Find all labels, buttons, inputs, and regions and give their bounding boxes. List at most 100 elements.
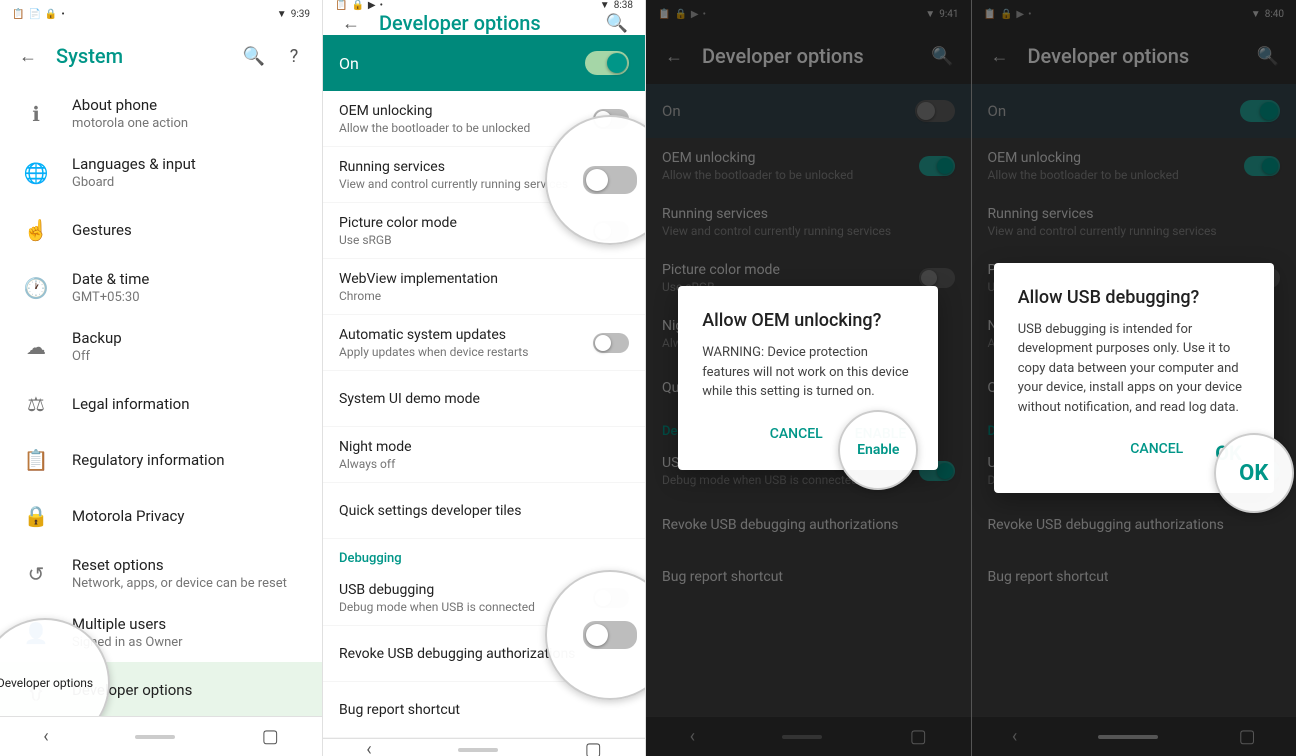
legal-title: Legal information bbox=[72, 395, 306, 413]
sidebar-item-reset[interactable]: ↺ Reset options Network, apps, or device… bbox=[0, 544, 322, 603]
night-mode-item[interactable]: Night mode Always off bbox=[323, 427, 645, 483]
night-mode-title: Night mode bbox=[339, 439, 629, 455]
appbar-title-middle: Developer options bbox=[379, 11, 589, 35]
info-icon: ℹ bbox=[16, 102, 56, 126]
developer-on-toggle[interactable] bbox=[585, 51, 629, 75]
status-icons-middle: 📋🔒▶• bbox=[335, 0, 383, 11]
appbar-middle: ← Developer options 🔍 bbox=[323, 11, 645, 35]
auto-updates-item[interactable]: Automatic system updates Apply updates w… bbox=[323, 315, 645, 371]
gestures-title: Gestures bbox=[72, 221, 306, 239]
auto-updates-subtitle: Apply updates when device restarts bbox=[339, 345, 593, 359]
picture-color-subtitle: Use sRGB bbox=[339, 233, 593, 247]
reset-subtitle: Network, apps, or device can be reset bbox=[72, 576, 306, 591]
appbar-left: ← System 🔍 ? bbox=[0, 28, 322, 84]
usb-toggle-large-thumb bbox=[586, 624, 608, 646]
sidebar-item-date-time[interactable]: 🕐 Date & time GMT+05:30 bbox=[0, 258, 322, 317]
webview-title: WebView implementation bbox=[339, 271, 629, 287]
cloud-icon: ☁ bbox=[16, 335, 56, 359]
sidebar-item-backup[interactable]: ☁ Backup Off bbox=[0, 317, 322, 376]
bug-report-title: Bug report shortcut bbox=[339, 702, 629, 718]
status-bar-middle: 📋🔒▶• ▼ 8:38 bbox=[323, 0, 645, 11]
usb-dialog: Allow USB debugging? USB debugging is in… bbox=[994, 263, 1274, 494]
regulatory-title: Regulatory information bbox=[72, 451, 306, 469]
developer-on-label: On bbox=[339, 54, 585, 73]
nav-bar-left: ‹ ▢ bbox=[0, 716, 322, 756]
usb-dialog-overlay: Allow USB debugging? USB debugging is in… bbox=[972, 0, 1296, 756]
sidebar-item-about-phone[interactable]: ℹ About phone motorola one action bbox=[0, 84, 322, 143]
quick-settings-item[interactable]: Quick settings developer tiles bbox=[323, 483, 645, 539]
back-icon-left[interactable]: ← bbox=[16, 44, 40, 68]
night-mode-subtitle: Always off bbox=[339, 457, 629, 471]
about-phone-title: About phone bbox=[72, 96, 306, 114]
usb-toggle-large[interactable] bbox=[583, 621, 637, 649]
nav-bar-middle: ‹ ▢ bbox=[323, 738, 645, 756]
backup-subtitle: Off bbox=[72, 349, 306, 364]
system-settings-panel: 📋📄🔒• ▼ 9:39 ← System 🔍 ? ℹ About phone m… bbox=[0, 0, 323, 756]
status-bar-left: 📋📄🔒• ▼ 9:39 bbox=[0, 0, 322, 28]
back-nav-middle[interactable]: ‹ bbox=[366, 739, 371, 756]
sidebar-item-gestures[interactable]: ☝ Gestures bbox=[0, 202, 322, 258]
debugging-section-header: Debugging bbox=[323, 539, 645, 570]
usb-debugging-title: USB debugging bbox=[339, 582, 593, 598]
languages-subtitle: Gboard bbox=[72, 175, 306, 190]
sidebar-item-languages[interactable]: 🌐 Languages & input Gboard bbox=[0, 143, 322, 202]
oem-toggle-large[interactable] bbox=[583, 166, 637, 194]
privacy-icon: 🔒 bbox=[16, 504, 56, 528]
ok-magnify-circle: OK bbox=[1214, 433, 1294, 513]
sidebar-item-developer[interactable]: {} Developer options Developer options bbox=[0, 662, 322, 716]
globe-icon: 🌐 bbox=[16, 161, 56, 185]
recents-nav-icon[interactable]: ▢ bbox=[262, 726, 279, 747]
users-title: Multiple users bbox=[72, 615, 306, 633]
sidebar-item-motorola-privacy[interactable]: 🔒 Motorola Privacy bbox=[0, 488, 322, 544]
developer-on-row[interactable]: On bbox=[323, 35, 645, 91]
search-icon-left[interactable]: 🔍 bbox=[242, 44, 266, 68]
oem-cancel-button[interactable]: Cancel bbox=[762, 422, 831, 446]
ok-magnify-label[interactable]: OK bbox=[1239, 461, 1268, 486]
back-icon-middle[interactable]: ← bbox=[339, 11, 363, 35]
oem-dialog: Allow OEM unlocking? WARNING: Device pro… bbox=[678, 286, 938, 470]
about-phone-subtitle: motorola one action bbox=[72, 116, 306, 131]
status-icons-left: 📋📄🔒• bbox=[12, 9, 65, 20]
gesture-icon: ☝ bbox=[16, 218, 56, 242]
oem-toggle-large-thumb bbox=[586, 169, 608, 191]
webview-subtitle: Chrome bbox=[339, 289, 629, 303]
usb-dialog-body: USB debugging is intended for developmen… bbox=[1018, 320, 1250, 418]
recents-nav-middle[interactable]: ▢ bbox=[585, 739, 602, 756]
help-icon-left[interactable]: ? bbox=[282, 44, 306, 68]
nav-indicator-middle bbox=[458, 748, 498, 752]
appbar-title-left: System bbox=[56, 44, 226, 68]
picture-color-title: Picture color mode bbox=[339, 215, 593, 231]
languages-title: Languages & input bbox=[72, 155, 306, 173]
date-time-subtitle: GMT+05:30 bbox=[72, 290, 306, 305]
backup-title: Backup bbox=[72, 329, 306, 347]
status-time-middle: ▼ 8:38 bbox=[600, 0, 633, 11]
sidebar-item-legal[interactable]: ⚖ Legal information bbox=[0, 376, 322, 432]
system-ui-demo-title: System UI demo mode bbox=[339, 391, 629, 407]
enable-magnify-circle: Enable bbox=[838, 410, 918, 490]
regulatory-icon: 📋 bbox=[16, 448, 56, 472]
auto-updates-toggle[interactable] bbox=[593, 333, 629, 353]
back-nav-icon[interactable]: ‹ bbox=[43, 726, 48, 747]
magnify-label: Developer options bbox=[0, 672, 97, 694]
auto-updates-title: Automatic system updates bbox=[339, 327, 593, 343]
search-icon-middle[interactable]: 🔍 bbox=[605, 11, 629, 35]
webview-item[interactable]: WebView implementation Chrome bbox=[323, 259, 645, 315]
users-subtitle: Signed in as Owner bbox=[72, 635, 306, 650]
reset-icon: ↺ bbox=[16, 562, 56, 586]
oem-dialog-body: WARNING: Device protection features will… bbox=[702, 343, 914, 402]
oem-dialog-title: Allow OEM unlocking? bbox=[702, 310, 914, 331]
privacy-title: Motorola Privacy bbox=[72, 507, 306, 525]
system-ui-demo-item[interactable]: System UI demo mode bbox=[323, 371, 645, 427]
oem-unlocking-subtitle: Allow the bootloader to be unlocked bbox=[339, 121, 593, 135]
toggle-thumb bbox=[607, 53, 627, 73]
nav-home-indicator bbox=[135, 735, 175, 739]
oem-unlocking-title: OEM unlocking bbox=[339, 103, 593, 119]
usb-cancel-button[interactable]: Cancel bbox=[1122, 437, 1191, 469]
clock-icon: 🕐 bbox=[16, 276, 56, 300]
enable-magnify-label[interactable]: Enable bbox=[857, 442, 899, 458]
sidebar-item-regulatory[interactable]: 📋 Regulatory information bbox=[0, 432, 322, 488]
auto-updates-thumb bbox=[595, 335, 611, 351]
settings-list: ℹ About phone motorola one action 🌐 Lang… bbox=[0, 84, 322, 716]
developer-panel-right1: 📋🔒▶• ▼ 9:41 ← Developer options 🔍 On OEM… bbox=[646, 0, 972, 756]
status-time-left: ▼ 9:39 bbox=[277, 9, 310, 20]
